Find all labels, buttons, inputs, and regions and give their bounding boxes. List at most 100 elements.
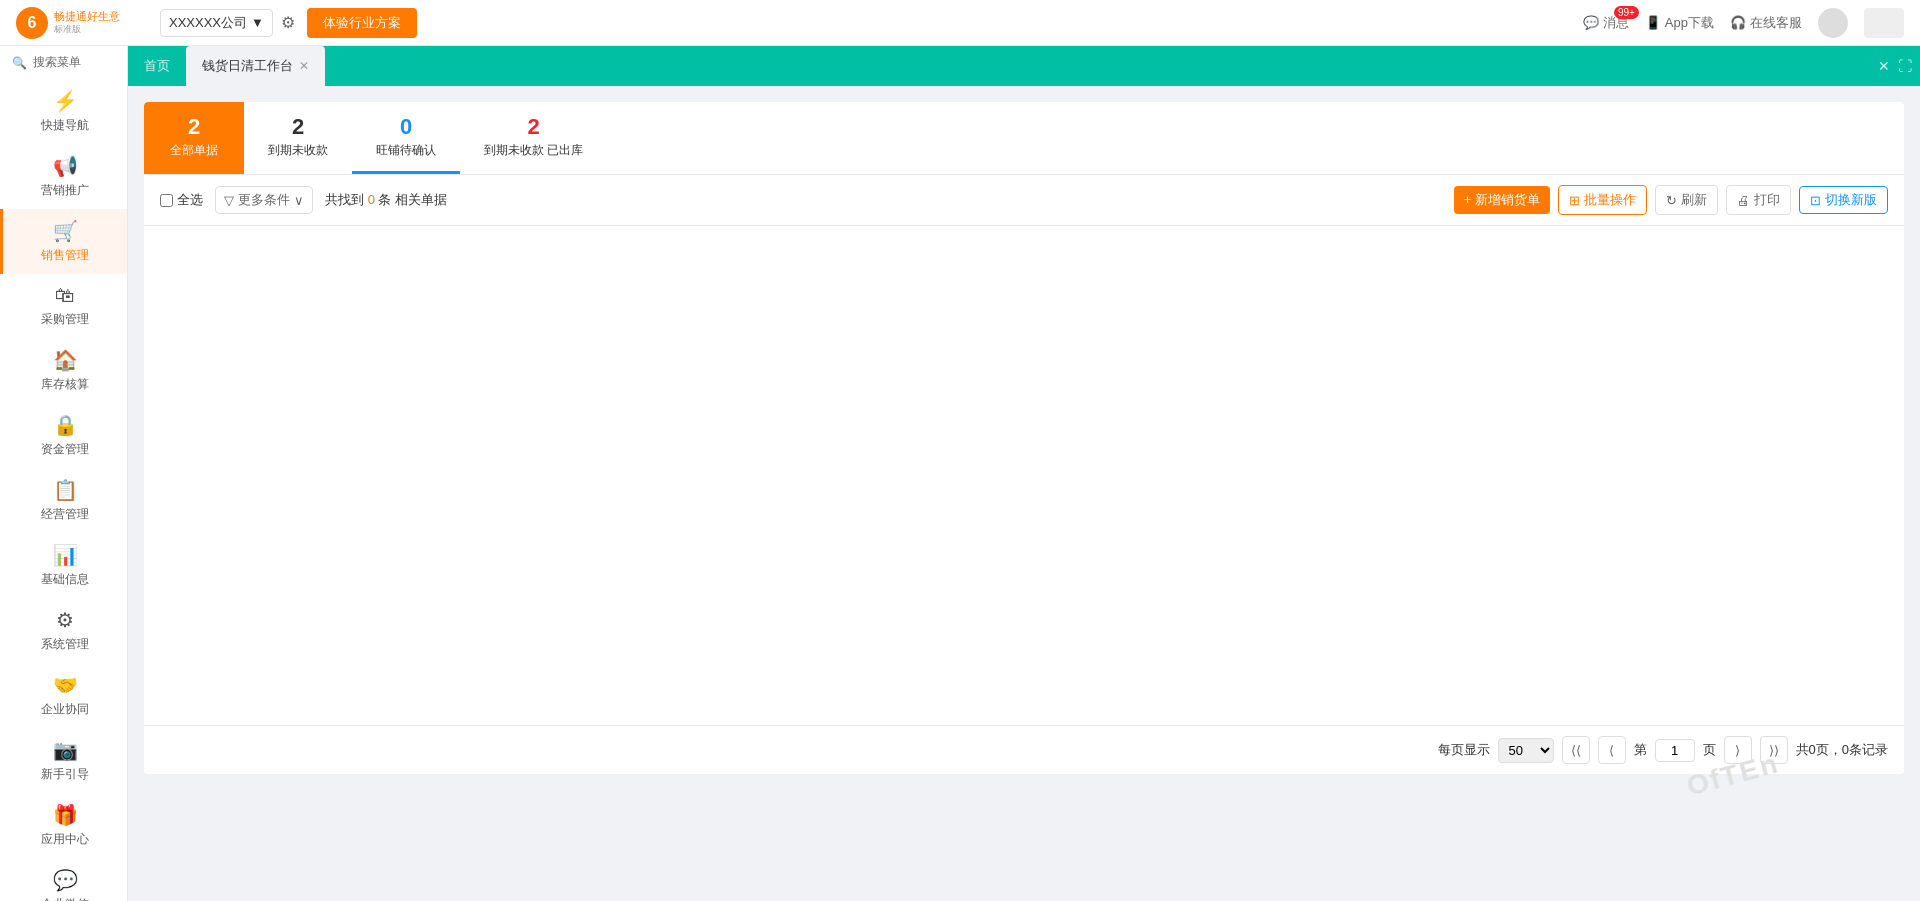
tab-expand-button[interactable]: ⛶	[1898, 58, 1912, 74]
stats-overdue-label: 到期未收款	[268, 142, 328, 159]
company-name: XXXXXX公司	[169, 14, 247, 32]
found-count: 0	[368, 192, 375, 207]
inventory-icon: 🏠	[53, 348, 78, 372]
user-extra[interactable]	[1864, 8, 1904, 38]
marketing-label: 营销推广	[41, 182, 89, 199]
system-icon: ⚙	[56, 608, 74, 632]
stats-tab-out[interactable]: 2 到期未收款 已出库	[460, 102, 607, 174]
online-service-button[interactable]: 🎧 在线客服	[1730, 14, 1802, 32]
sidebar-item-operations[interactable]: 📋 经营管理	[0, 468, 127, 533]
sidebar-item-marketing[interactable]: 📢 营销推广	[0, 144, 127, 209]
per-page-label: 每页显示	[1438, 741, 1490, 759]
found-text: 共找到 0 条 相关单据	[325, 191, 447, 209]
refresh-button[interactable]: ↻ 刷新	[1655, 185, 1718, 215]
batch-operation-button[interactable]: ⊞ 批量操作	[1558, 185, 1647, 215]
logo-area: 6 畅捷通好生意 标准版	[16, 7, 144, 39]
purchase-icon: 🛍	[55, 284, 75, 307]
page-next-button[interactable]: ⟩	[1724, 736, 1752, 764]
sidebar-item-enterprise[interactable]: 🤝 企业协同	[0, 663, 127, 728]
stats-tabs: 2 全部单据 2 到期未收款 0 旺铺待确认 2 到期未收款 已出库	[144, 102, 1904, 175]
sidebar-item-system[interactable]: ⚙ 系统管理	[0, 598, 127, 663]
switch-version-button[interactable]: ⊡ 切换新版	[1799, 186, 1888, 214]
enterprise-icon: 🤝	[53, 673, 78, 697]
app-logo-icon: 6	[16, 7, 48, 39]
add-sales-order-button[interactable]: + 新增销货单	[1454, 186, 1550, 214]
page-first-button[interactable]: ⟨⟨	[1562, 736, 1590, 764]
company-selector[interactable]: XXXXXX公司 ▼	[160, 9, 273, 37]
app-download-label: App下载	[1665, 14, 1714, 32]
stats-all-count: 2	[188, 114, 200, 140]
sidebar-item-inventory[interactable]: 🏠 库存核算	[0, 338, 127, 403]
filter-button[interactable]: ▽ 更多条件 ∨	[215, 186, 313, 214]
sidebar-item-finance[interactable]: 🔒 资金管理	[0, 403, 127, 468]
app-download-button[interactable]: 📱 App下载	[1645, 14, 1714, 32]
pagination-bar: 每页显示 50 100 200 ⟨⟨ ⟨ 第 页 ⟩ ⟩⟩ 共0页，0条记录	[144, 726, 1904, 774]
select-all-input[interactable]	[160, 194, 173, 207]
stats-tab-all[interactable]: 2 全部单据	[144, 102, 244, 174]
sidebar-item-basic-info[interactable]: 📊 基础信息	[0, 533, 127, 598]
messages-button[interactable]: 💬 消息 99+	[1583, 14, 1629, 32]
filter-chevron-icon: ∨	[294, 193, 304, 208]
sidebar-item-purchase[interactable]: 🛍 采购管理	[0, 274, 127, 338]
finance-icon: 🔒	[53, 413, 78, 437]
per-page-select[interactable]: 50 100 200	[1498, 738, 1554, 763]
refresh-label: 刷新	[1681, 191, 1707, 209]
finance-label: 资金管理	[41, 441, 89, 458]
search-menu-label: 搜索菜单	[33, 54, 81, 71]
quick-nav-label: 快捷导航	[41, 117, 89, 134]
experience-button[interactable]: 体验行业方案	[307, 8, 417, 38]
weixin-icon: 💬	[53, 868, 78, 892]
nav-tab-home[interactable]: 首页	[128, 46, 186, 86]
nav-tabs: 首页 钱货日清工作台 ✕ ✕ ⛶	[128, 46, 1920, 86]
user-avatar[interactable]	[1818, 8, 1848, 38]
page-last-button[interactable]: ⟩⟩	[1760, 736, 1788, 764]
stats-out-label: 到期未收款 已出库	[484, 142, 583, 159]
switch-label: 切换新版	[1825, 191, 1877, 209]
sidebar: 🔍 搜索菜单 ⚡ 快捷导航 📢 营销推广 🛒 销售管理 🛍 采购管理 🏠 库存核…	[0, 46, 128, 901]
guide-icon: 📷	[53, 738, 78, 762]
stats-tab-pending[interactable]: 0 旺铺待确认	[352, 102, 460, 174]
tab-minimize-button[interactable]: ✕	[1878, 58, 1890, 74]
app-name: 畅捷通好生意	[54, 9, 120, 23]
refresh-icon: ↻	[1666, 193, 1677, 208]
nav-tab-workbench[interactable]: 钱货日清工作台 ✕	[186, 46, 325, 86]
sidebar-item-app-center[interactable]: 🎁 应用中心	[0, 793, 127, 858]
message-icon: 💬	[1583, 15, 1599, 30]
select-all-checkbox[interactable]: 全选	[160, 191, 203, 209]
page-number-input[interactable]	[1655, 739, 1695, 762]
sidebar-item-weixin[interactable]: 💬 企业微信	[0, 858, 127, 901]
search-menu-item[interactable]: 🔍 搜索菜单	[0, 46, 127, 79]
stats-pending-label: 旺铺待确认	[376, 142, 436, 159]
settings-icon[interactable]: ⚙	[281, 13, 295, 32]
batch-icon: ⊞	[1569, 193, 1580, 208]
app-center-icon: 🎁	[53, 803, 78, 827]
chevron-down-icon: ▼	[251, 15, 264, 30]
operations-label: 经营管理	[41, 506, 89, 523]
sidebar-item-quick-nav[interactable]: ⚡ 快捷导航	[0, 79, 127, 144]
switch-icon: ⊡	[1810, 193, 1821, 208]
marketing-icon: 📢	[53, 154, 78, 178]
page-prefix: 第	[1634, 741, 1647, 759]
nav-tab-close-icon[interactable]: ✕	[299, 59, 309, 73]
app-center-label: 应用中心	[41, 831, 89, 848]
page-suffix: 页	[1703, 741, 1716, 759]
batch-label: 批量操作	[1584, 191, 1636, 209]
app-badge: 标准版	[54, 23, 120, 36]
quick-nav-icon: ⚡	[53, 89, 78, 113]
basic-info-icon: 📊	[53, 543, 78, 567]
weixin-label: 企业微信	[41, 896, 89, 901]
enterprise-label: 企业协同	[41, 701, 89, 718]
page-prev-button[interactable]: ⟨	[1598, 736, 1626, 764]
search-icon: 🔍	[12, 56, 27, 70]
sidebar-item-sales[interactable]: 🛒 销售管理	[0, 209, 127, 274]
sidebar-item-guide[interactable]: 📷 新手引导	[0, 728, 127, 793]
inventory-label: 库存核算	[41, 376, 89, 393]
headset-icon: 🎧	[1730, 15, 1746, 30]
messages-badge: 99+	[1614, 6, 1639, 19]
sales-label: 销售管理	[41, 247, 89, 264]
stats-pending-count: 0	[400, 114, 412, 140]
basic-info-label: 基础信息	[41, 571, 89, 588]
toolbar: 全选 ▽ 更多条件 ∨ 共找到 0 条 相关单据 + 新增销货单 ⊞ 批量操作	[144, 175, 1904, 226]
print-button[interactable]: 🖨 打印	[1726, 185, 1791, 215]
stats-tab-overdue[interactable]: 2 到期未收款	[244, 102, 352, 174]
